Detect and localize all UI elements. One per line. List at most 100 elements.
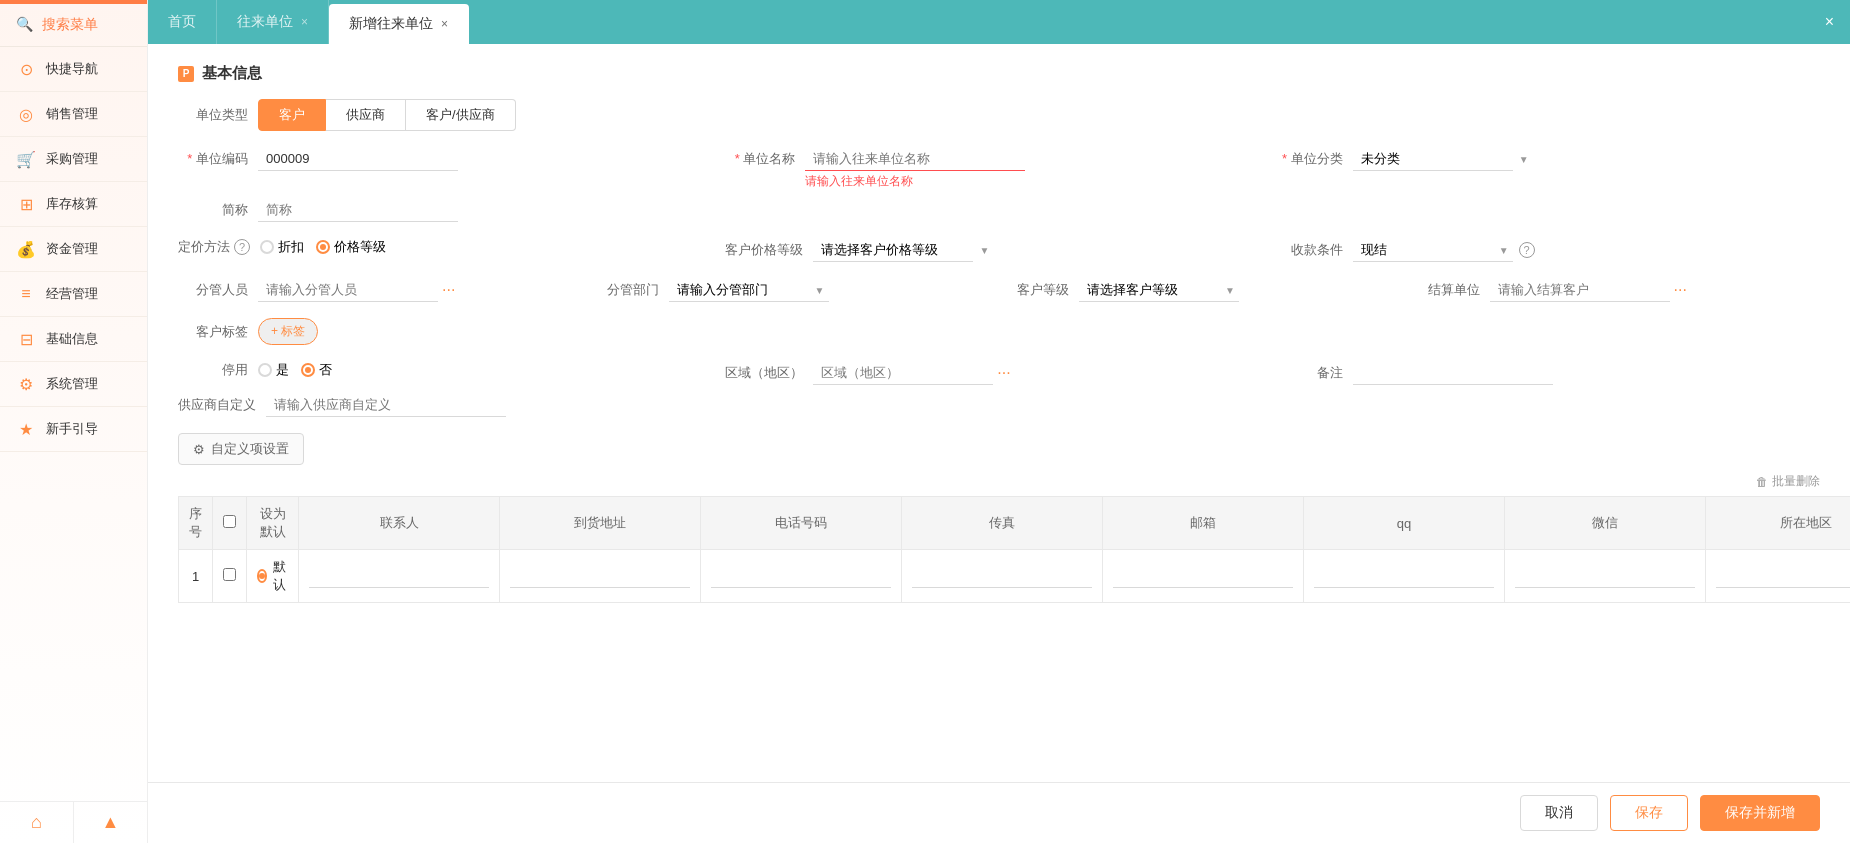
sidebar-item-label: 基础信息	[46, 330, 98, 348]
short-name-input[interactable]	[258, 198, 458, 222]
batch-delete-btn[interactable]: 🗑 批量删除	[1756, 473, 1820, 490]
unit-type-row: 单位类型 客户 供应商 客户/供应商	[178, 99, 1820, 131]
col-fax: 传真	[902, 497, 1103, 550]
manager-more-btn[interactable]: ···	[438, 281, 459, 299]
row-fax-input[interactable]	[912, 564, 1092, 588]
kucun-icon: ⊞	[16, 194, 36, 214]
sidebar-item-xiaoshou[interactable]: ◎ 销售管理	[0, 92, 147, 137]
settlement-more-btn[interactable]: ···	[1670, 281, 1691, 299]
sidebar-item-xinshou[interactable]: ★ 新手引导	[0, 407, 147, 452]
add-tag-btn[interactable]: + 标签	[258, 318, 318, 345]
sidebar-item-kucun[interactable]: ⊞ 库存核算	[0, 182, 147, 227]
unit-category-select[interactable]: 未分类	[1353, 147, 1513, 171]
row-wechat-input[interactable]	[1515, 564, 1695, 588]
content-area: P 基本信息 单位类型 客户 供应商 客户/供应商 单位编码	[148, 44, 1850, 782]
row-email-input[interactable]	[1113, 564, 1293, 588]
basic-info-section: P 基本信息 单位类型 客户 供应商 客户/供应商 单位编码	[178, 64, 1820, 603]
radio-dot-no	[301, 363, 315, 377]
sidebar-item-jingying[interactable]: ≡ 经营管理	[0, 272, 147, 317]
unit-name-error: 请输入往来单位名称	[805, 173, 913, 190]
region-label: 区域（地区）	[725, 364, 813, 382]
row-contact-input[interactable]	[309, 564, 489, 588]
row-default-radio[interactable]: 默认	[257, 558, 288, 594]
tab-home[interactable]: 首页	[148, 0, 217, 44]
select-all-checkbox[interactable]	[223, 515, 236, 528]
payment-terms-wrapper[interactable]: 现结	[1353, 238, 1513, 262]
remark-cell: 备注	[1273, 361, 1820, 385]
disable-radio-yes[interactable]: 是	[258, 361, 289, 379]
custom-settings-btn[interactable]: ⚙ 自定义项设置	[178, 433, 304, 465]
sidebar-item-jichu[interactable]: ⊟ 基础信息	[0, 317, 147, 362]
tab-wanglai-label: 往来单位	[237, 13, 293, 31]
search-icon: 🔍	[16, 16, 34, 34]
sidebar-item-label: 经营管理	[46, 285, 98, 303]
payment-terms-select[interactable]: 现结	[1353, 238, 1513, 262]
sidebar-item-label: 采购管理	[46, 150, 98, 168]
sidebar-item-kuaijie[interactable]: ⊙ 快捷导航	[0, 47, 147, 92]
supplier-custom-input[interactable]	[266, 393, 506, 417]
unit-type-label: 单位类型	[178, 106, 258, 124]
customer-price-level-select[interactable]: 请选择客户价格等级	[813, 238, 973, 262]
sidebar: 🔍 搜索菜单 ⊙ 快捷导航 ◎ 销售管理 🛒 采购管理 ⊞ 库存核算 💰 资金管…	[0, 0, 148, 843]
pricing-radio-zhekou[interactable]: 折扣	[260, 238, 304, 256]
row-phone-input[interactable]	[711, 564, 891, 588]
table-header-row: 🗑 批量删除	[178, 473, 1820, 490]
type-btn-customer[interactable]: 客户	[258, 99, 326, 131]
region-input[interactable]	[813, 361, 993, 385]
tab-xinzeng-close[interactable]: ×	[441, 17, 448, 31]
manager-row: 分管人员 ··· 分管部门 请输入分管部门 客户等级	[178, 278, 1820, 302]
row-checkbox[interactable]	[223, 568, 236, 581]
disable-radio-group: 是 否	[258, 361, 332, 379]
remark-input[interactable]	[1353, 361, 1553, 385]
sidebar-item-label: 新手引导	[46, 420, 98, 438]
save-new-button[interactable]: 保存并新增	[1700, 795, 1820, 831]
pricing-zhekou-label: 折扣	[278, 238, 304, 256]
dept-select-wrapper[interactable]: 请输入分管部门	[669, 278, 829, 302]
customer-level-wrapper[interactable]: 请选择客户等级	[1079, 278, 1239, 302]
sidebar-expand-btn[interactable]: ▲	[74, 802, 147, 843]
unit-type-btn-group: 客户 供应商 客户/供应商	[258, 99, 516, 131]
tab-xinzeng[interactable]: 新增往来单位 ×	[329, 4, 469, 44]
sidebar-item-zijin[interactable]: 💰 资金管理	[0, 227, 147, 272]
pricing-row: 定价方法 ? 折扣 价格等级 客户	[178, 238, 1820, 262]
unit-category-select-wrapper[interactable]: 未分类	[1353, 147, 1533, 171]
tab-xinzeng-label: 新增往来单位	[349, 15, 433, 33]
unit-code-label: 单位编码	[178, 150, 258, 168]
contact-table-section: 🗑 批量删除 序号 设为默认 联系人 到货地址 电话号码 传真	[178, 473, 1820, 603]
tab-wanglai[interactable]: 往来单位 ×	[217, 0, 329, 44]
pricing-radio-jiage[interactable]: 价格等级	[316, 238, 386, 256]
dept-select[interactable]: 请输入分管部门	[669, 278, 829, 302]
customer-level-select[interactable]: 请选择客户等级	[1079, 278, 1239, 302]
settlement-input[interactable]	[1490, 278, 1670, 302]
sidebar-search[interactable]: 🔍 搜索菜单	[0, 4, 147, 47]
radio-dot-zhekou	[260, 240, 274, 254]
disable-radio-no[interactable]: 否	[301, 361, 332, 379]
type-btn-both[interactable]: 客户/供应商	[406, 99, 516, 131]
sidebar-item-xitong[interactable]: ⚙ 系统管理	[0, 362, 147, 407]
sidebar-home-btn[interactable]: ⌂	[0, 802, 74, 843]
tab-bar-close-btn[interactable]: ×	[1809, 0, 1850, 44]
row-qq-input[interactable]	[1314, 564, 1494, 588]
manager-label: 分管人员	[178, 281, 258, 299]
region-more-btn[interactable]: ···	[993, 364, 1014, 382]
cancel-button[interactable]: 取消	[1520, 795, 1598, 831]
col-qq: qq	[1304, 497, 1505, 550]
sidebar-item-label: 库存核算	[46, 195, 98, 213]
unit-code-cell: 单位编码	[178, 147, 725, 171]
save-button[interactable]: 保存	[1610, 795, 1688, 831]
pricing-help-icon[interactable]: ?	[234, 239, 250, 255]
row-address-input[interactable]	[510, 564, 690, 588]
payment-terms-help-icon[interactable]: ?	[1519, 242, 1535, 258]
sidebar-item-caigou[interactable]: 🛒 采购管理	[0, 137, 147, 182]
tab-wanglai-close[interactable]: ×	[301, 15, 308, 29]
type-btn-supplier[interactable]: 供应商	[326, 99, 406, 131]
customer-price-level-wrapper[interactable]: 请选择客户价格等级	[813, 238, 993, 262]
unit-name-input[interactable]	[805, 147, 1025, 171]
caigou-icon: 🛒	[16, 149, 36, 169]
unit-code-input[interactable]	[258, 147, 458, 171]
custom-settings-label: 自定义项设置	[211, 440, 289, 458]
row-region-input[interactable]	[1716, 564, 1850, 588]
pricing-cell: 定价方法 ? 折扣 价格等级	[178, 238, 725, 256]
customer-tag-label: 客户标签	[178, 323, 258, 341]
manager-input[interactable]	[258, 278, 438, 302]
